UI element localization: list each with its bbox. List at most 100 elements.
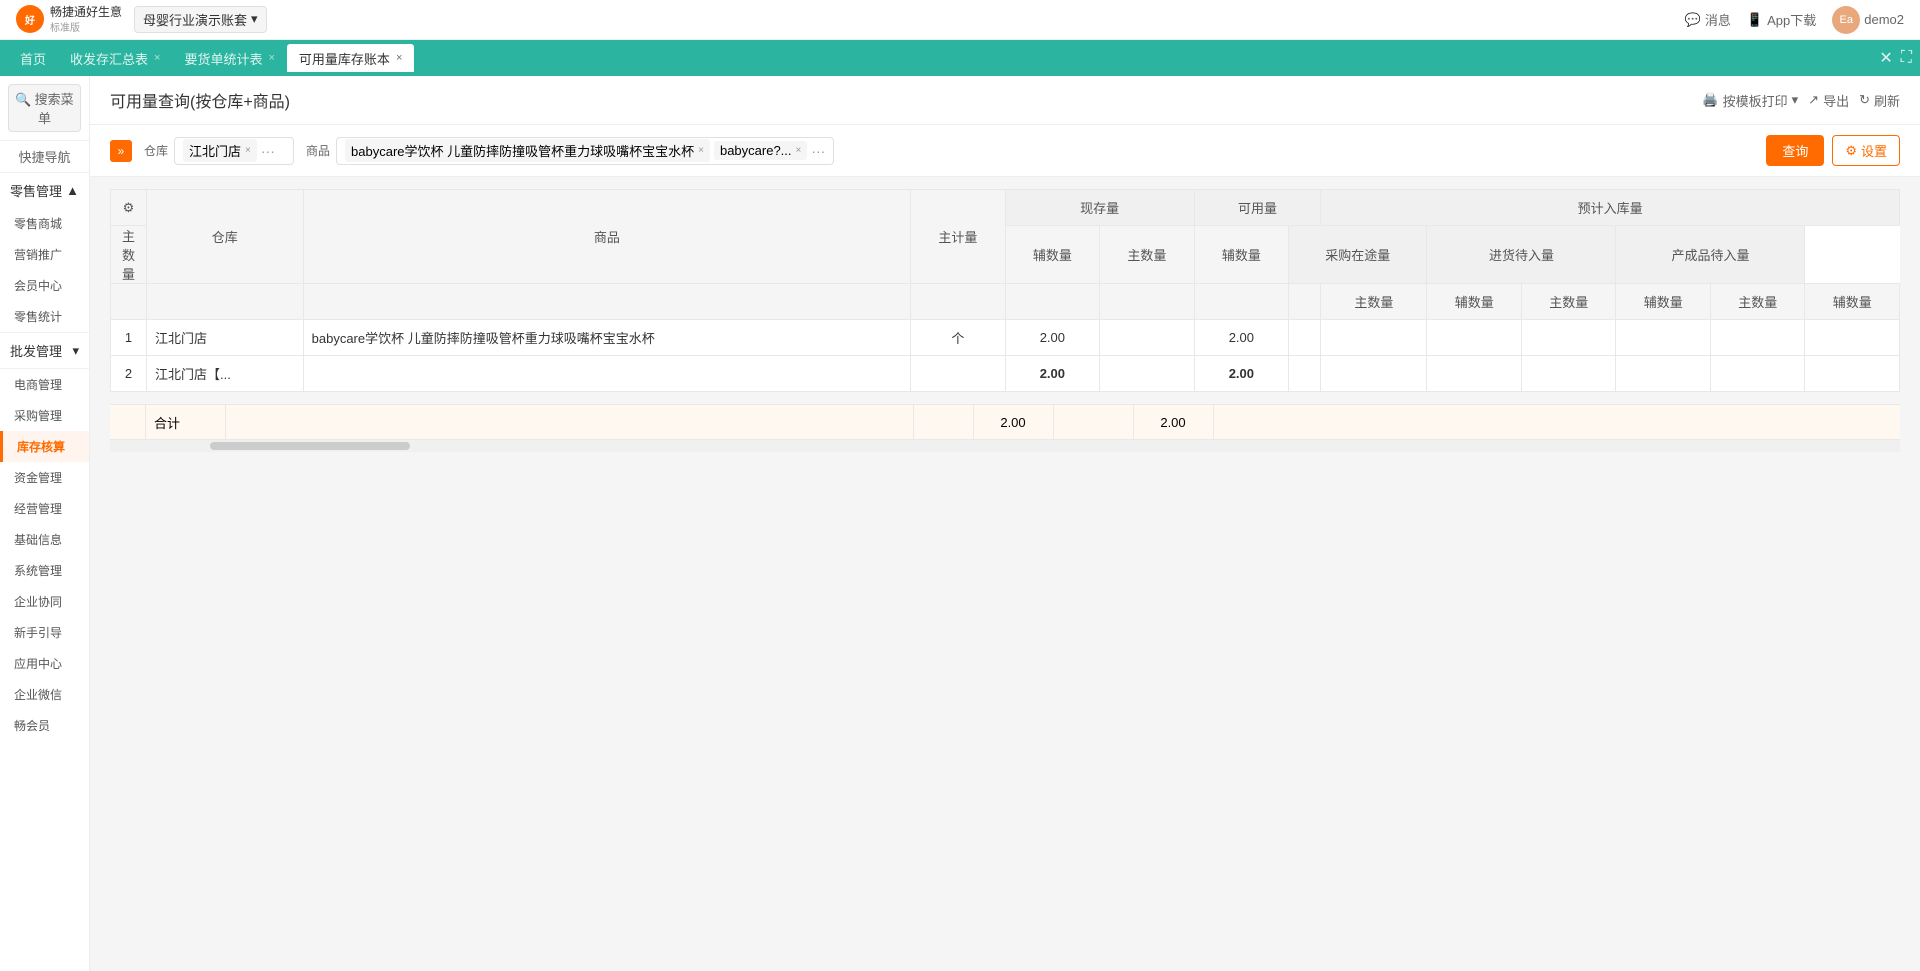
user-profile[interactable]: Ea demo2 <box>1832 6 1904 34</box>
print-btn[interactable]: 🖨️ 按模板打印 ▾ <box>1702 91 1798 110</box>
chevron-down-print: ▾ <box>1792 92 1799 108</box>
quick-nav-btn[interactable]: 快捷导航 <box>0 141 89 173</box>
th-pur-sub: 辅数量 <box>1427 284 1522 320</box>
refresh-icon: ↻ <box>1859 92 1870 108</box>
scroll-thumb[interactable] <box>210 442 410 450</box>
sidebar-item-members[interactable]: 畅会员 <box>0 710 89 741</box>
search-icon: 🔍 <box>15 92 31 107</box>
product-tag2-remove[interactable]: × <box>796 145 802 156</box>
tab-available-stock-label: 可用量库存账本 <box>299 49 390 68</box>
tab-home-label: 首页 <box>20 49 46 68</box>
sidebar-item-inventory[interactable]: 库存核算 <box>0 431 89 462</box>
warehouse-input[interactable]: 江北门店 × ··· <box>174 137 294 165</box>
page-title: 可用量查询(按仓库+商品) <box>110 88 290 112</box>
table-row: 1 江北门店 babycare学饮杯 儿童防摔防撞吸管杯重力球吸嘴杯宝宝水杯 个… <box>111 320 1900 356</box>
row1-pur-main <box>1321 320 1427 356</box>
th-pur-transit: 采购在途量 <box>1289 226 1427 284</box>
print-label: 按模板打印 <box>1723 91 1788 110</box>
footer-avail-main: 2.00 <box>1134 405 1214 439</box>
sidebar-item-marketing[interactable]: 营销推广 <box>0 239 89 270</box>
warehouse-tag: 江北门店 × <box>183 139 257 162</box>
sidebar-item-enterprise-wechat[interactable]: 企业微信 <box>0 679 89 710</box>
row1-inb-main <box>1521 320 1616 356</box>
sidebar-item-retail-stats[interactable]: 零售统计 <box>0 301 89 332</box>
product-input[interactable]: babycare学饮杯 儿童防摔防撞吸管杯重力球吸嘴杯宝宝水杯 × babyca… <box>336 137 834 165</box>
th-warehouse: 仓库 <box>147 190 304 284</box>
tab-receipt-summary-label: 收发存汇总表 <box>70 49 148 68</box>
row1-unit: 个 <box>911 320 1006 356</box>
tab-receipt-summary[interactable]: 收发存汇总表 × <box>58 44 172 72</box>
bottom-scrollbar[interactable] <box>110 440 1900 452</box>
product-tag2: babycare?... × <box>714 141 807 160</box>
product-tag1-value: babycare学饮杯 儿童防摔防撞吸管杯重力球吸嘴杯宝宝水杯 <box>351 141 694 160</box>
th-stock-sub: 辅数量 <box>1005 226 1100 284</box>
sidebar-item-newbie[interactable]: 新手引导 <box>0 617 89 648</box>
row1-prod-sub <box>1805 320 1900 356</box>
settings-icon: ⚙ <box>1845 143 1857 159</box>
th-inb-main: 主数量 <box>1521 284 1616 320</box>
query-button[interactable]: 查询 <box>1766 135 1824 166</box>
top-bar-left: 好 畅捷通好生意 标准版 母婴行业演示账套 ▾ <box>16 5 267 34</box>
search-menu-btn[interactable]: 🔍 搜索菜单 <box>8 84 81 132</box>
tab-available-stock[interactable]: 可用量库存账本 × <box>287 44 414 72</box>
footer-stock-main: 2.00 <box>974 405 1054 439</box>
message-icon: 💬 <box>1685 12 1701 28</box>
sidebar-item-purchase[interactable]: 采购管理 <box>0 400 89 431</box>
row1-prod-main <box>1710 320 1805 356</box>
print-icon: 🖨️ <box>1702 92 1718 108</box>
sidebar-section-wholesale-header[interactable]: 批发管理 ▾ <box>0 333 89 368</box>
chevron-icon: ▲ <box>66 183 79 198</box>
row1-stock-sub <box>1100 320 1195 356</box>
product-tag1-remove[interactable]: × <box>698 145 704 156</box>
nav-right-actions: ✕ ⛶ <box>1879 48 1912 68</box>
tab-receipt-summary-close[interactable]: × <box>154 52 160 64</box>
close-all-tabs-btn[interactable]: ✕ <box>1879 48 1892 68</box>
row1-avail-main: 2.00 <box>1194 320 1289 356</box>
warehouse-ellipsis[interactable]: ··· <box>261 143 275 159</box>
sidebar-item-operations[interactable]: 经营管理 <box>0 493 89 524</box>
warehouse-tag-remove[interactable]: × <box>245 145 251 156</box>
row2-avail-sub <box>1289 356 1321 392</box>
product-ellipsis[interactable]: ··· <box>811 143 825 159</box>
footer-empty-settings <box>110 405 146 439</box>
mobile-icon: 📱 <box>1747 12 1763 28</box>
industry-selector[interactable]: 母婴行业演示账套 ▾ <box>134 6 267 33</box>
sidebar-item-system[interactable]: 系统管理 <box>0 555 89 586</box>
avatar: Ea <box>1832 6 1860 34</box>
tab-order-stats-close[interactable]: × <box>268 52 274 64</box>
sidebar-item-ecommerce[interactable]: 电商管理 <box>0 369 89 400</box>
nav-tabs: 首页 收发存汇总表 × 要货单统计表 × 可用量库存账本 × ✕ ⛶ <box>0 40 1920 76</box>
refresh-label: 刷新 <box>1874 91 1900 110</box>
sidebar-item-enterprise-collab[interactable]: 企业协同 <box>0 586 89 617</box>
fullscreen-btn[interactable]: ⛶ <box>1901 49 1912 67</box>
footer-rest <box>1214 405 1901 439</box>
th-prod-main: 主数量 <box>1710 284 1805 320</box>
tab-order-stats[interactable]: 要货单统计表 × <box>172 44 286 72</box>
tab-available-stock-close[interactable]: × <box>396 52 402 64</box>
message-btn[interactable]: 💬 消息 <box>1685 10 1731 29</box>
filter-expand-btn[interactable]: » <box>110 140 132 162</box>
message-label: 消息 <box>1705 10 1731 29</box>
refresh-btn[interactable]: ↻ 刷新 <box>1859 91 1900 110</box>
settings-button[interactable]: ⚙ 设置 <box>1832 135 1900 166</box>
product-tag1: babycare学饮杯 儿童防摔防撞吸管杯重力球吸嘴杯宝宝水杯 × <box>345 139 710 162</box>
warehouse-filter-label: 仓库 <box>144 142 168 159</box>
chevron-down-icon2: ▾ <box>72 343 79 359</box>
th-settings: ⚙ <box>111 190 147 226</box>
sidebar-item-member[interactable]: 会员中心 <box>0 270 89 301</box>
sidebar-item-finance[interactable]: 资金管理 <box>0 462 89 493</box>
brand: 好 畅捷通好生意 标准版 <box>16 5 122 34</box>
app-download-btn[interactable]: 📱 App下载 <box>1747 10 1816 29</box>
sidebar-item-basics[interactable]: 基础信息 <box>0 524 89 555</box>
row1-avail-sub <box>1289 320 1321 356</box>
row2-prod-main <box>1710 356 1805 392</box>
th-empty-am <box>1194 284 1289 320</box>
sidebar-section-retail-header[interactable]: 零售管理 ▲ <box>0 173 89 208</box>
sidebar-item-app-center[interactable]: 应用中心 <box>0 648 89 679</box>
settings-col-icon[interactable]: ⚙ <box>123 200 135 215</box>
filter-actions: 查询 ⚙ 设置 <box>1766 135 1900 166</box>
sidebar-item-retail-mall[interactable]: 零售商城 <box>0 208 89 239</box>
export-btn[interactable]: ↗ 导出 <box>1808 91 1849 110</box>
warehouse-filter-group: 仓库 江北门店 × ··· <box>144 137 294 165</box>
tab-home[interactable]: 首页 <box>8 44 58 72</box>
